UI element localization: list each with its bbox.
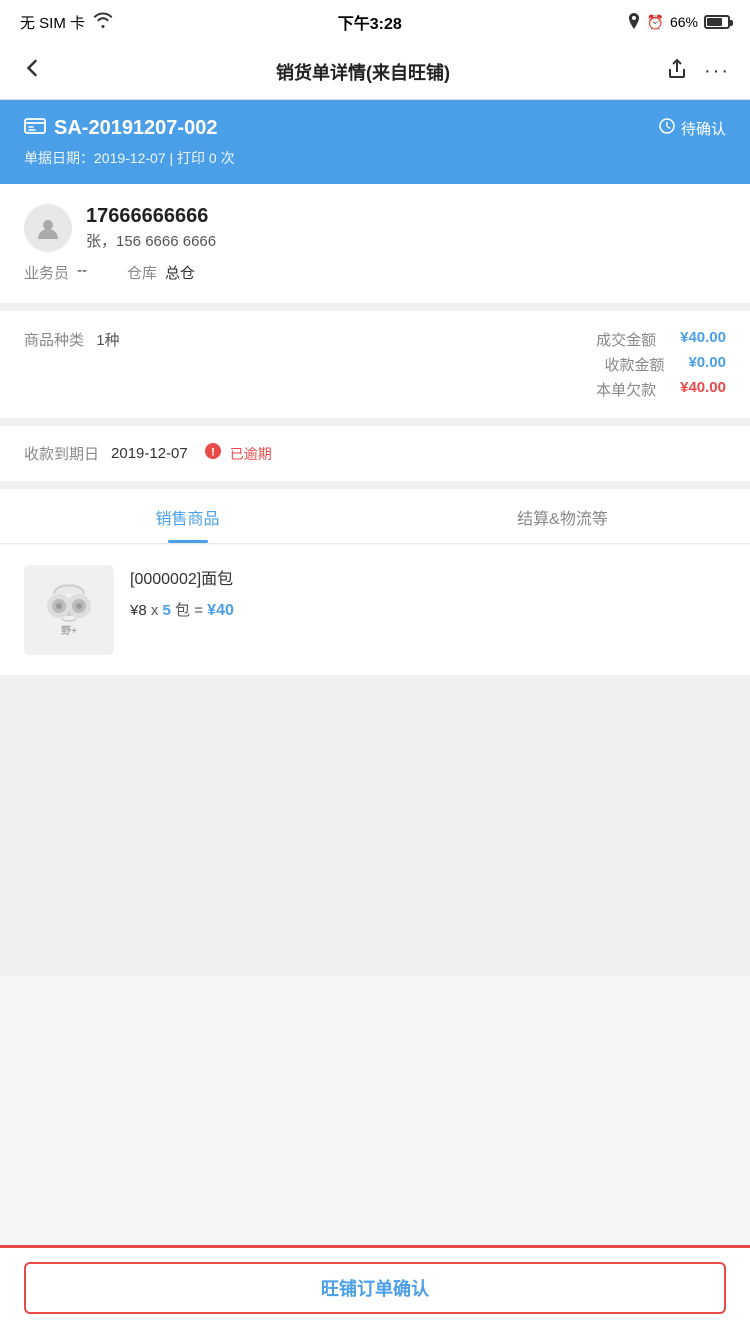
confirm-btn-label: 旺铺订单确认 xyxy=(321,1275,429,1301)
warehouse-label: 仓库 xyxy=(127,262,157,283)
due-date-section: 收款到期日 2019-12-07 ! 已逾期 xyxy=(0,426,750,489)
summary-section: 商品种类 1种 成交金额 ¥40.00 收款金额 ¥0.00 本单欠款 ¥40.… xyxy=(0,311,750,426)
confirm-btn-wrapper: 旺铺订单确认 xyxy=(0,1245,750,1334)
wifi-icon xyxy=(93,12,113,32)
owed-label: 本单欠款 xyxy=(596,379,656,400)
receipt-value: ¥0.00 xyxy=(688,354,726,375)
tab-settlement[interactable]: 结算&物流等 xyxy=(375,489,750,543)
svg-text:!: ! xyxy=(211,447,215,459)
product-type-value: 1种 xyxy=(96,332,119,349)
product-type-label: 商品种类 xyxy=(24,332,84,349)
sim-status: 无 SIM 卡 xyxy=(20,12,85,33)
status-clock-icon xyxy=(659,118,675,138)
page-title: 销货单详情(来自旺铺) xyxy=(60,59,666,85)
back-button[interactable] xyxy=(20,56,60,87)
battery-percent: 66% xyxy=(670,14,698,30)
amount-label: 成交金额 xyxy=(596,329,656,350)
product-section: 野+ [0000002]面包 ¥8 x 5 包 = ¥40 xyxy=(0,545,750,675)
overdue-icon: ! xyxy=(204,442,222,465)
warehouse-value: 总仓 xyxy=(165,262,195,283)
unit-text: 包 xyxy=(175,602,190,619)
product-price-row: ¥8 x 5 包 = ¥40 xyxy=(130,599,726,620)
tabs-section: 销售商品 结算&物流等 xyxy=(0,489,750,544)
order-id: SA-20191207-002 xyxy=(24,116,217,140)
order-header: SA-20191207-002 待确认 单据日期：2019-12-07 | 打印… xyxy=(0,100,750,184)
nav-bar: 销货单详情(来自旺铺) ··· xyxy=(0,44,750,100)
price-total: ¥40 xyxy=(207,602,234,619)
product-name: [0000002]面包 xyxy=(130,565,726,589)
due-date-label: 收款到期日 xyxy=(24,443,99,464)
status-time: 下午3:28 xyxy=(338,10,402,34)
customer-section: 17666666666 张，156 6666 6666 业务员 -- 仓库 总仓 xyxy=(0,184,750,311)
status-right: ⏰ 66% xyxy=(627,13,730,32)
sales-value: -- xyxy=(77,262,87,283)
status-left: 无 SIM 卡 xyxy=(20,12,113,33)
battery-icon xyxy=(704,15,730,29)
price-qty: 5 xyxy=(163,602,176,619)
product-item: 野+ [0000002]面包 ¥8 x 5 包 = ¥40 xyxy=(0,545,750,675)
amount-summary: 成交金额 ¥40.00 收款金额 ¥0.00 本单欠款 ¥40.00 xyxy=(596,329,726,400)
tab-sales-label: 销售商品 xyxy=(155,511,219,528)
unit-price: ¥8 xyxy=(130,602,151,619)
product-thumbnail: 野+ xyxy=(24,565,114,655)
location-icon xyxy=(627,13,641,32)
status-text: 待确认 xyxy=(681,118,726,139)
amount-value: ¥40.00 xyxy=(680,329,726,350)
due-date-value: 2019-12-07 xyxy=(111,445,188,462)
customer-details: 业务员 -- 仓库 总仓 xyxy=(24,262,726,283)
order-icon xyxy=(24,116,46,140)
status-bar: 无 SIM 卡 下午3:28 ⏰ 66% xyxy=(0,0,750,44)
product-info: [0000002]面包 ¥8 x 5 包 = ¥40 xyxy=(130,565,726,620)
product-type: 商品种类 1种 xyxy=(24,329,120,350)
bottom-area xyxy=(0,675,750,975)
customer-phone: 17666666666 xyxy=(86,205,216,228)
owed-value: ¥40.00 xyxy=(680,379,726,400)
tabs-row: 销售商品 结算&物流等 xyxy=(0,489,750,543)
order-status: 待确认 xyxy=(659,118,726,139)
order-date: 单据日期：2019-12-07 | 打印 0 次 xyxy=(24,148,726,168)
owed-row: 本单欠款 ¥40.00 xyxy=(596,379,726,400)
svg-text:野+: 野+ xyxy=(61,625,77,637)
customer-name: 张，156 6666 6666 xyxy=(86,230,216,251)
amount-row: 成交金额 ¥40.00 xyxy=(596,329,726,350)
confirm-order-button[interactable]: 旺铺订单确认 xyxy=(24,1262,726,1314)
nav-actions: ··· xyxy=(666,58,730,86)
order-id-text: SA-20191207-002 xyxy=(54,117,217,140)
share-icon[interactable] xyxy=(666,58,688,86)
sales-label: 业务员 xyxy=(24,262,69,283)
receipt-label: 收款金额 xyxy=(604,354,664,375)
alarm-icon: ⏰ xyxy=(647,14,664,31)
tab-settlement-label: 结算&物流等 xyxy=(517,511,608,528)
tab-sales[interactable]: 销售商品 xyxy=(0,489,375,543)
more-icon[interactable]: ··· xyxy=(704,60,730,83)
receipt-row: 收款金额 ¥0.00 xyxy=(604,354,726,375)
overdue-text: 已逾期 xyxy=(230,444,272,464)
avatar xyxy=(24,204,72,252)
